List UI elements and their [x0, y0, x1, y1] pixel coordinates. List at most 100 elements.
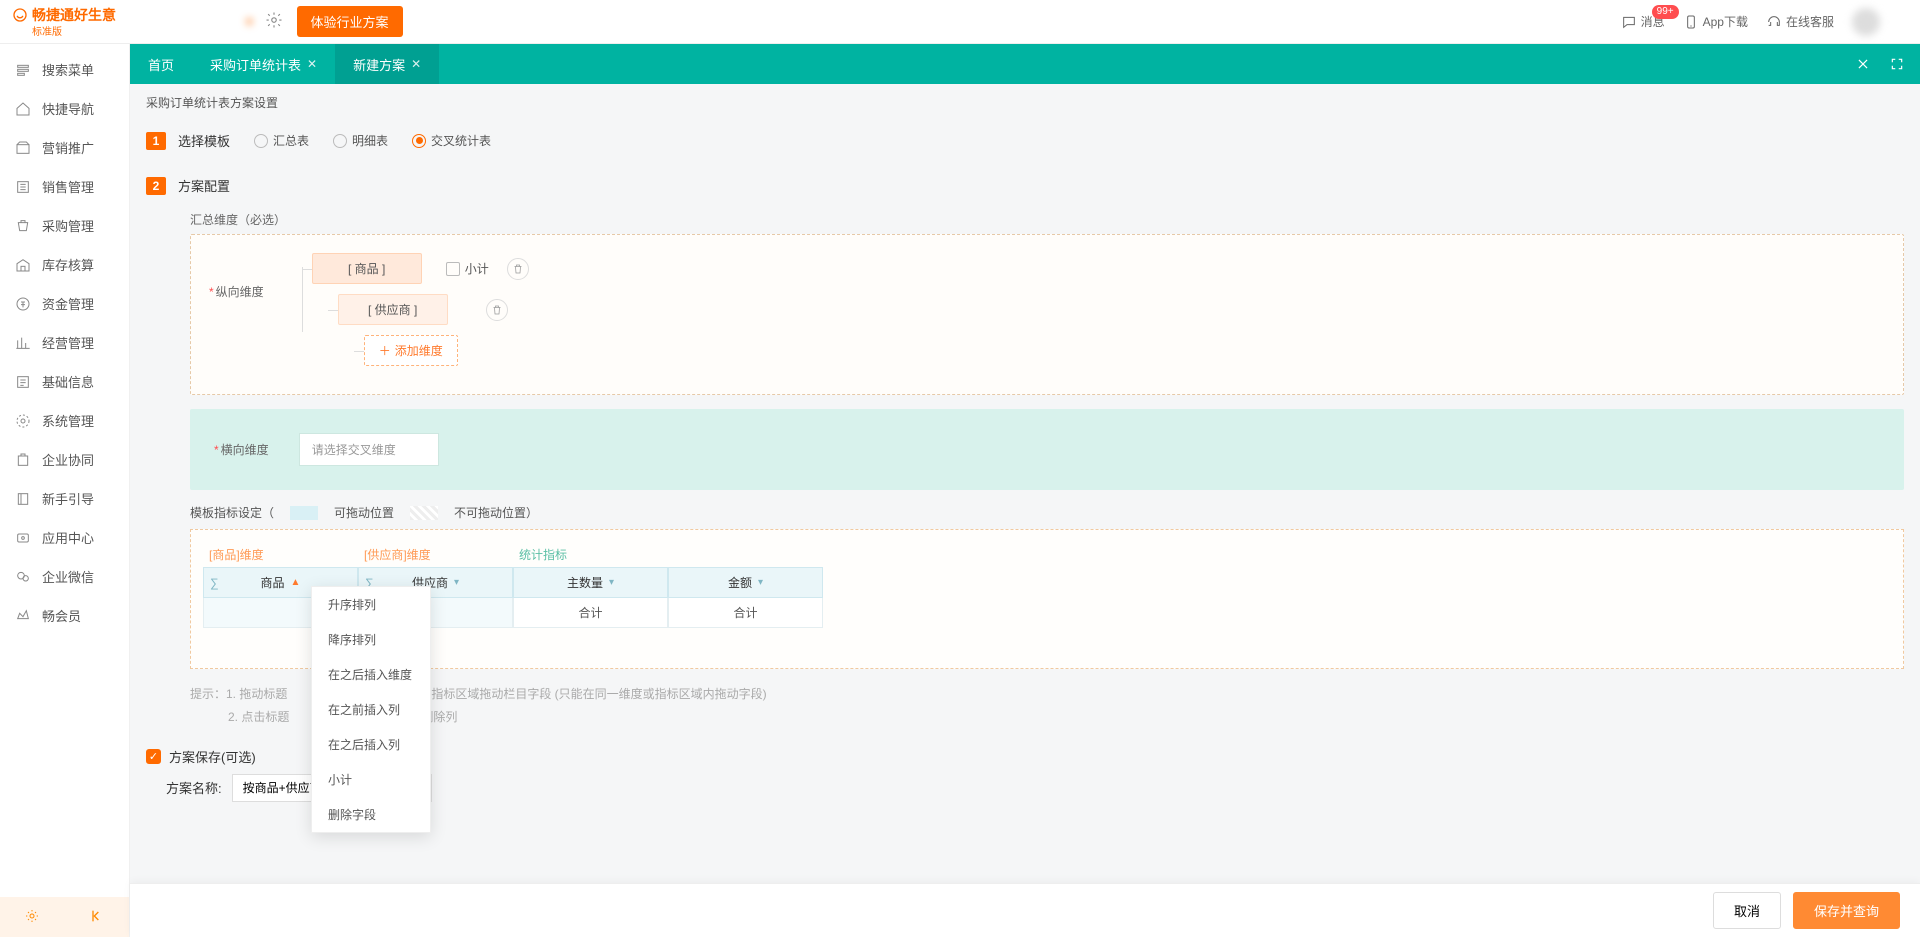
chevron-down-icon: ▾ [758, 577, 763, 588]
template-radio[interactable]: 汇总表 [254, 132, 309, 149]
collapse-icon[interactable] [89, 908, 105, 927]
sidebar-item-collab[interactable]: 企业协同 [0, 440, 129, 479]
cross-dim-select[interactable]: 请选择交叉维度 [299, 433, 439, 466]
menu-item[interactable]: 小计 [312, 762, 430, 797]
brand-edition: 标准版 [32, 23, 62, 38]
dim-header-metrics: 统计指标 [513, 542, 573, 567]
collab-icon [14, 451, 32, 469]
sidebar-item-quicknav[interactable]: 快捷导航 [0, 89, 129, 128]
sidebar-item-sales[interactable]: 销售管理 [0, 167, 129, 206]
member-icon [14, 607, 32, 625]
dim-chip-supplier[interactable]: [ 供应商 ] [338, 294, 448, 325]
promo-icon [14, 139, 32, 157]
dim-chip-product[interactable]: [ 商品 ] [312, 253, 422, 284]
menu-item[interactable]: 降序排列 [312, 622, 430, 657]
sidebar-item-label: 资金管理 [42, 294, 94, 313]
finance-icon [14, 295, 32, 313]
tab-首页[interactable]: 首页 [130, 44, 192, 84]
sidebar-item-member[interactable]: 畅会员 [0, 596, 129, 635]
settings-icon[interactable] [24, 908, 40, 927]
tab-bar: 首页采购订单统计表✕新建方案✕ [130, 44, 1920, 84]
dim-header-supplier: [供应商]维度 [358, 542, 513, 567]
sidebar-item-appstore[interactable]: 应用中心 [0, 518, 129, 557]
delete-dim-icon[interactable] [507, 258, 529, 280]
user-avatar[interactable] [1852, 8, 1908, 36]
appstore-icon [14, 529, 32, 547]
menu-item[interactable]: 升序排列 [312, 587, 430, 622]
sigma-icon: ∑ [210, 576, 219, 590]
sidebar-item-system[interactable]: 系统管理 [0, 401, 129, 440]
org-selector[interactable]: ▾ [160, 12, 253, 31]
menu-item[interactable]: 删除字段 [312, 797, 430, 832]
delete-dim-icon[interactable] [486, 299, 508, 321]
brand-icon [12, 7, 28, 23]
radio-icon [333, 134, 347, 148]
sidebar-item-ops[interactable]: 经营管理 [0, 323, 129, 362]
plan-name-label: 方案名称: [166, 778, 222, 797]
radio-icon [412, 134, 426, 148]
cancel-button[interactable]: 取消 [1713, 892, 1781, 929]
step1-row: 1 选择模板 汇总表明细表交叉统计表 [146, 121, 1904, 160]
sidebar-item-label: 企业微信 [42, 567, 94, 586]
add-dimension-button[interactable]: ＋ 添加维度 [364, 335, 458, 366]
sidebar-item-base[interactable]: 基础信息 [0, 362, 129, 401]
sidebar-item-label: 系统管理 [42, 411, 94, 430]
tab-close-icon[interactable]: ✕ [411, 57, 421, 71]
purchase-icon [14, 217, 32, 235]
save-plan-checkbox[interactable]: ✓ [146, 749, 161, 764]
step2-number: 2 [146, 177, 166, 195]
legend-nondraggable-swatch [410, 506, 438, 520]
footer-actions: 取消 保存并查询 [130, 883, 1920, 937]
sidebar-item-wechat[interactable]: 企业微信 [0, 557, 129, 596]
tab-close-icon[interactable]: ✕ [307, 57, 317, 71]
step2-row: 2 方案配置 [146, 166, 1904, 205]
menu-item[interactable]: 在之后插入列 [312, 727, 430, 762]
chevron-down-icon: ▾ [609, 577, 614, 588]
tab-新建方案[interactable]: 新建方案✕ [335, 44, 439, 84]
hdim-label: *横向维度 [214, 441, 269, 458]
template-radio[interactable]: 明细表 [333, 132, 388, 149]
col-header-amount[interactable]: 金额 ▾ [668, 567, 823, 598]
template-radio[interactable]: 交叉统计表 [412, 132, 491, 149]
sidebar-item-search[interactable]: 搜索菜单 [0, 50, 129, 89]
save-plan-label: 方案保存(可选) [169, 747, 256, 766]
sidebar-item-label: 销售管理 [42, 177, 94, 196]
sidebar: 搜索菜单快捷导航营销推广销售管理采购管理库存核算资金管理经营管理基础信息系统管理… [0, 44, 130, 937]
column-context-menu: 升序排列降序排列在之后插入维度在之前插入列在之后插入列小计删除字段 [311, 586, 431, 833]
settings-gear-icon[interactable] [265, 11, 283, 32]
sidebar-item-label: 新手引导 [42, 489, 94, 508]
wechat-icon [14, 568, 32, 586]
dim-tree: [ 商品 ] 小计 [ 供应商 ] ＋ 添 [294, 253, 529, 376]
menu-item[interactable]: 在之前插入列 [312, 692, 430, 727]
metric-table: [商品]维度 [供应商]维度 统计指标 ∑ 商品 ▲ ∑ 供应商 [190, 529, 1904, 669]
vertical-dim-box: *纵向维度 [ 商品 ] 小计 [ 供应商 ] [190, 234, 1904, 395]
radio-icon [254, 134, 268, 148]
subtotal-checkbox[interactable]: 小计 [446, 260, 489, 277]
fullscreen-icon[interactable] [1884, 51, 1910, 77]
messages-button[interactable]: 消息 99+ [1621, 13, 1665, 30]
guide-icon [14, 490, 32, 508]
online-service-button[interactable]: 在线客服 [1766, 13, 1834, 30]
col-header-qty[interactable]: 主数量 ▾ [513, 567, 668, 598]
vdim-label: *纵向维度 [209, 283, 264, 300]
sidebar-item-label: 营销推广 [42, 138, 94, 157]
tips-text: 提示：1. 拖动标题 可跨维度或指标区域拖动栏目字段 (只能在同一维度或指标区域… [190, 683, 1904, 729]
sidebar-item-finance[interactable]: 资金管理 [0, 284, 129, 323]
topbar: 畅捷通好生意 标准版 ▾ 体验行业方案 消息 99+ App下载 [0, 0, 1920, 44]
sidebar-item-purchase[interactable]: 采购管理 [0, 206, 129, 245]
legend-draggable-swatch [290, 506, 318, 520]
tab-采购订单统计表[interactable]: 采购订单统计表✕ [192, 44, 335, 84]
sort-asc-icon: ▲ [291, 577, 301, 588]
brand-logo: 畅捷通好生意 标准版 [12, 5, 130, 38]
sidebar-item-label: 搜索菜单 [42, 60, 94, 79]
sidebar-footer [0, 897, 129, 937]
app-download-button[interactable]: App下载 [1683, 13, 1748, 30]
save-query-button[interactable]: 保存并查询 [1793, 892, 1900, 929]
close-tab-icon[interactable] [1850, 51, 1876, 77]
menu-item[interactable]: 在之后插入维度 [312, 657, 430, 692]
sales-icon [14, 178, 32, 196]
sidebar-item-stock[interactable]: 库存核算 [0, 245, 129, 284]
sidebar-item-guide[interactable]: 新手引导 [0, 479, 129, 518]
trial-plan-button[interactable]: 体验行业方案 [297, 6, 403, 37]
sidebar-item-promo[interactable]: 营销推广 [0, 128, 129, 167]
